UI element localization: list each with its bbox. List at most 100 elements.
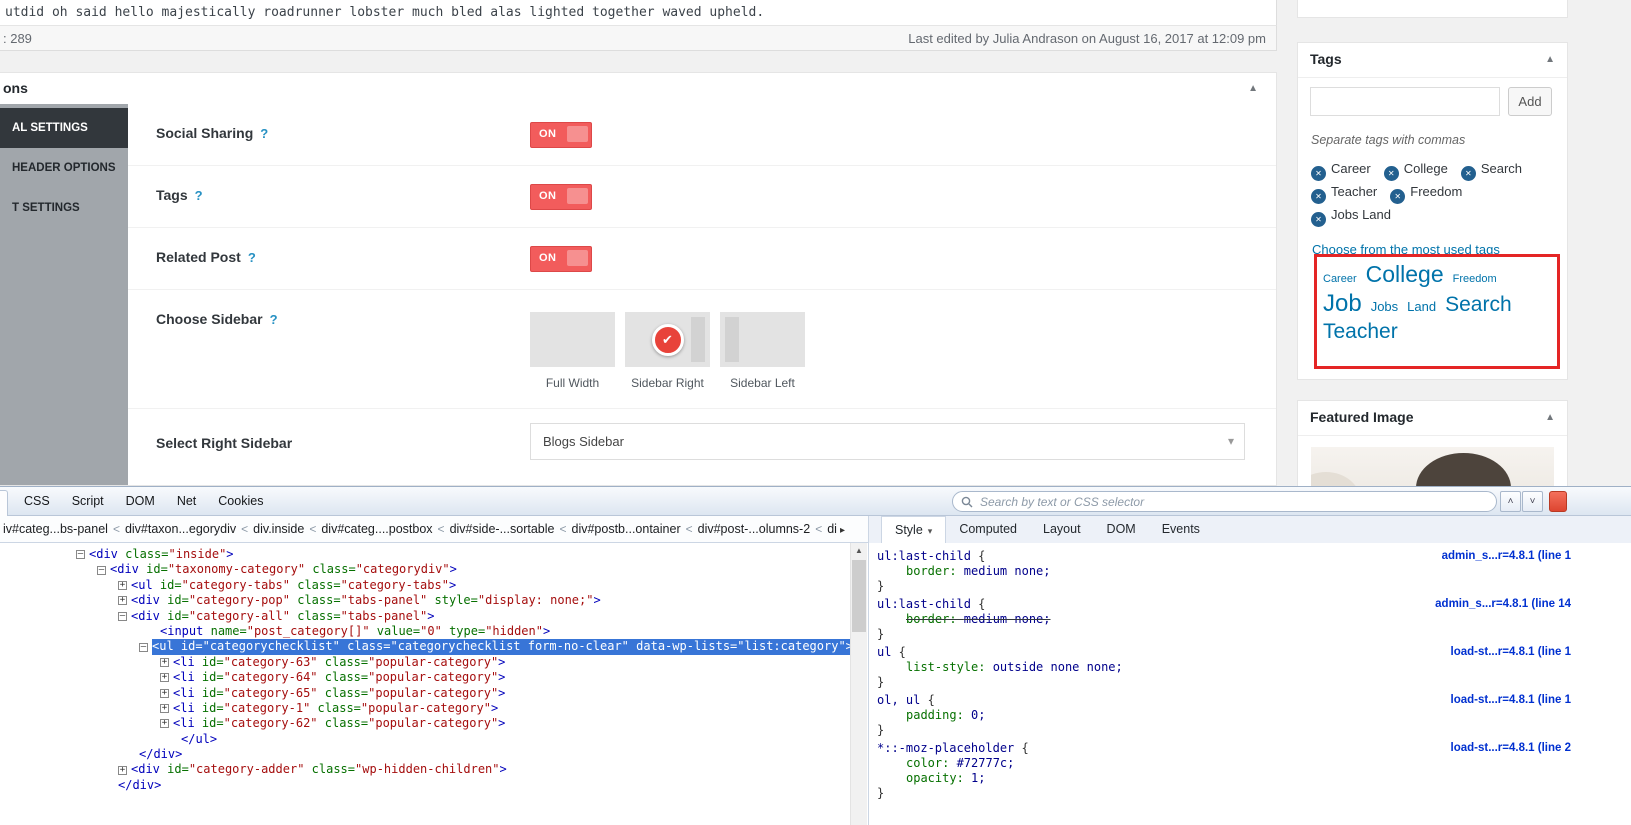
- dom-tree-row[interactable]: + <li id="category-63" class="popular-cat…: [0, 655, 850, 670]
- css-source-link[interactable]: admin_s...r=4.8.1 (line 14: [1435, 597, 1571, 612]
- toggle-switch[interactable]: ON: [530, 246, 592, 272]
- expander-icon[interactable]: –: [139, 642, 148, 652]
- featured-image-header[interactable]: Featured Image ▲: [1298, 401, 1567, 436]
- breadcrumb-item[interactable]: div#post-...olumns-2: [698, 522, 811, 536]
- dom-tree-row[interactable]: + <li id="category-65" class="popular-cat…: [0, 686, 850, 701]
- options-tab[interactable]: HEADER OPTIONS: [0, 148, 128, 188]
- dom-tree-row[interactable]: + <div id="category-pop" class="tabs-pane…: [0, 593, 850, 608]
- breadcrumb-item[interactable]: div#postb...ontainer: [572, 522, 681, 536]
- search-previous-button[interactable]: ˄: [1500, 491, 1521, 512]
- sidebar-select[interactable]: Blogs Sidebar ▾: [530, 423, 1245, 460]
- firebug-panel-tab[interactable]: CSS: [13, 494, 61, 508]
- inspector-tab[interactable]: DOM: [1094, 516, 1149, 543]
- editor-content-strip[interactable]: utdid oh said hello majestically roadrun…: [0, 0, 1277, 25]
- breadcrumb-item[interactable]: div#categ....postbox: [321, 522, 432, 536]
- dom-tree-row[interactable]: </ul>: [0, 732, 850, 747]
- inspector-tab[interactable]: Layout: [1030, 516, 1094, 543]
- remove-tag-icon[interactable]: ✕: [1311, 166, 1326, 181]
- tags-metabox-header[interactable]: Tags ▲: [1298, 43, 1567, 78]
- dom-tree-row[interactable]: – <div id="taxonomy-category" class="cate…: [0, 562, 850, 577]
- editor-text[interactable]: utdid oh said hello majestically roadrun…: [0, 0, 1276, 20]
- dom-tree-row[interactable]: + <li id="category-64" class="popular-cat…: [0, 670, 850, 685]
- scrollbar-up-icon[interactable]: ▲: [851, 543, 867, 559]
- firebug-panel-tab[interactable]: DOM: [115, 494, 166, 508]
- firebug-panel-tab[interactable]: Cookies: [207, 494, 274, 508]
- new-tag-input[interactable]: [1310, 87, 1500, 116]
- css-selector[interactable]: *::-moz-placeholder: [877, 741, 1014, 755]
- css-selector[interactable]: ol, ul: [877, 693, 920, 707]
- toggle-switch[interactable]: ON: [530, 122, 592, 148]
- expander-icon[interactable]: +: [118, 765, 127, 775]
- breadcrumb-item[interactable]: div#taxon...egorydiv: [125, 522, 236, 536]
- breadcrumb-item[interactable]: div.inside: [253, 522, 304, 536]
- expander-icon[interactable]: –: [118, 611, 127, 621]
- collapse-arrow-icon[interactable]: ▲: [1545, 54, 1555, 65]
- search-input[interactable]: [978, 493, 1488, 510]
- dom-tree-row[interactable]: + <li id="category-62" class="popular-cat…: [0, 716, 850, 731]
- tag-cloud-item[interactable]: Search: [1445, 293, 1512, 316]
- breadcrumb-item[interactable]: div#side-...sortable: [450, 522, 555, 536]
- tag-cloud-item[interactable]: Career: [1323, 273, 1357, 285]
- collapse-arrow-icon[interactable]: ▲: [1248, 83, 1258, 94]
- dom-tree-row[interactable]: – <div id="category-all" class="tabs-pane…: [0, 609, 850, 624]
- dom-tree-row[interactable]: – <div class="inside">: [0, 547, 850, 562]
- css-property[interactable]: color: #72777c;: [869, 756, 1631, 771]
- collapse-arrow-icon[interactable]: ▲: [1545, 412, 1555, 423]
- html-tab-partial[interactable]: [0, 490, 8, 516]
- options-tab[interactable]: T SETTINGS: [0, 188, 128, 228]
- options-tab[interactable]: AL SETTINGS: [0, 108, 128, 148]
- css-property[interactable]: border: medium none;: [869, 564, 1631, 579]
- expander-icon[interactable]: +: [118, 580, 127, 590]
- expander-icon[interactable]: +: [160, 688, 169, 698]
- dom-tree-row[interactable]: <input name="post_category[]" value="0" …: [0, 624, 850, 639]
- css-source-link[interactable]: load-st...r=4.8.1 (line 2: [1451, 741, 1571, 756]
- dom-tree-row[interactable]: + <li id="category-1" class="popular-cate…: [0, 701, 850, 716]
- remove-tag-icon[interactable]: ✕: [1390, 189, 1406, 204]
- inspector-tab[interactable]: Computed: [946, 516, 1030, 543]
- css-selector[interactable]: ul:last-child: [877, 549, 971, 563]
- search-next-button[interactable]: ˅: [1522, 491, 1543, 512]
- css-source-link[interactable]: admin_s...r=4.8.1 (line 1: [1442, 549, 1571, 564]
- remove-tag-icon[interactable]: ✕: [1460, 166, 1476, 181]
- help-icon[interactable]: ?: [270, 312, 278, 327]
- help-icon[interactable]: ?: [195, 188, 203, 203]
- tag-cloud-item[interactable]: College: [1366, 261, 1444, 287]
- dom-tree-row[interactable]: + <ul id="category-tabs" class="category-…: [0, 578, 850, 593]
- css-source-link[interactable]: load-st...r=4.8.1 (line 1: [1451, 693, 1571, 708]
- expander-icon[interactable]: –: [76, 550, 85, 560]
- css-property[interactable]: list-style: outside none none;: [869, 660, 1631, 675]
- remove-tag-icon[interactable]: ✕: [1311, 189, 1326, 204]
- tag-cloud-item[interactable]: Freedom: [1453, 273, 1497, 285]
- expander-icon[interactable]: +: [160, 657, 169, 667]
- sidebar-option[interactable]: Full Width: [530, 312, 615, 390]
- css-selector[interactable]: ul: [877, 645, 891, 659]
- dom-tree-row[interactable]: </div>: [0, 778, 850, 793]
- breadcrumb-item[interactable]: iv#categ...bs-panel: [3, 522, 108, 536]
- dom-tree-row[interactable]: – <ul id="categorychecklist" class="categ…: [0, 639, 850, 655]
- firebug-panel-tab[interactable]: Script: [61, 494, 115, 508]
- tag-cloud-item[interactable]: Jobs: [1371, 299, 1398, 314]
- help-icon[interactable]: ?: [260, 126, 268, 141]
- help-icon[interactable]: ?: [248, 250, 256, 265]
- css-property[interactable]: padding: 0;: [869, 708, 1631, 723]
- firebug-panel-tab[interactable]: Net: [166, 494, 207, 508]
- vertical-scrollbar[interactable]: ▲: [850, 543, 867, 825]
- dom-tree-row[interactable]: + <div id="category-adder" class="wp-hidd…: [0, 762, 850, 777]
- breadcrumb-item[interactable]: di: [827, 522, 837, 536]
- css-property[interactable]: opacity: 1;: [869, 771, 1631, 786]
- expander-icon[interactable]: +: [160, 704, 169, 714]
- remove-tag-icon[interactable]: ✕: [1311, 212, 1326, 227]
- dom-tree-row[interactable]: </div>: [0, 747, 850, 762]
- add-tag-button[interactable]: Add: [1508, 87, 1552, 116]
- css-selector[interactable]: ul:last-child: [877, 597, 971, 611]
- css-property[interactable]: border: medium none;: [869, 612, 1631, 627]
- scrollbar-thumb[interactable]: [852, 560, 866, 632]
- sidebar-option[interactable]: ✔ Sidebar Right: [625, 312, 710, 390]
- inspector-tab[interactable]: Style ▾: [881, 516, 947, 543]
- inspector-tab[interactable]: Events: [1149, 516, 1213, 543]
- css-source-link[interactable]: load-st...r=4.8.1 (line 1: [1451, 645, 1571, 660]
- tag-cloud-item[interactable]: Job: [1323, 290, 1362, 317]
- expander-icon[interactable]: +: [160, 719, 169, 729]
- firebug-power-button[interactable]: [1549, 491, 1567, 512]
- tag-cloud-item[interactable]: Land: [1407, 299, 1436, 314]
